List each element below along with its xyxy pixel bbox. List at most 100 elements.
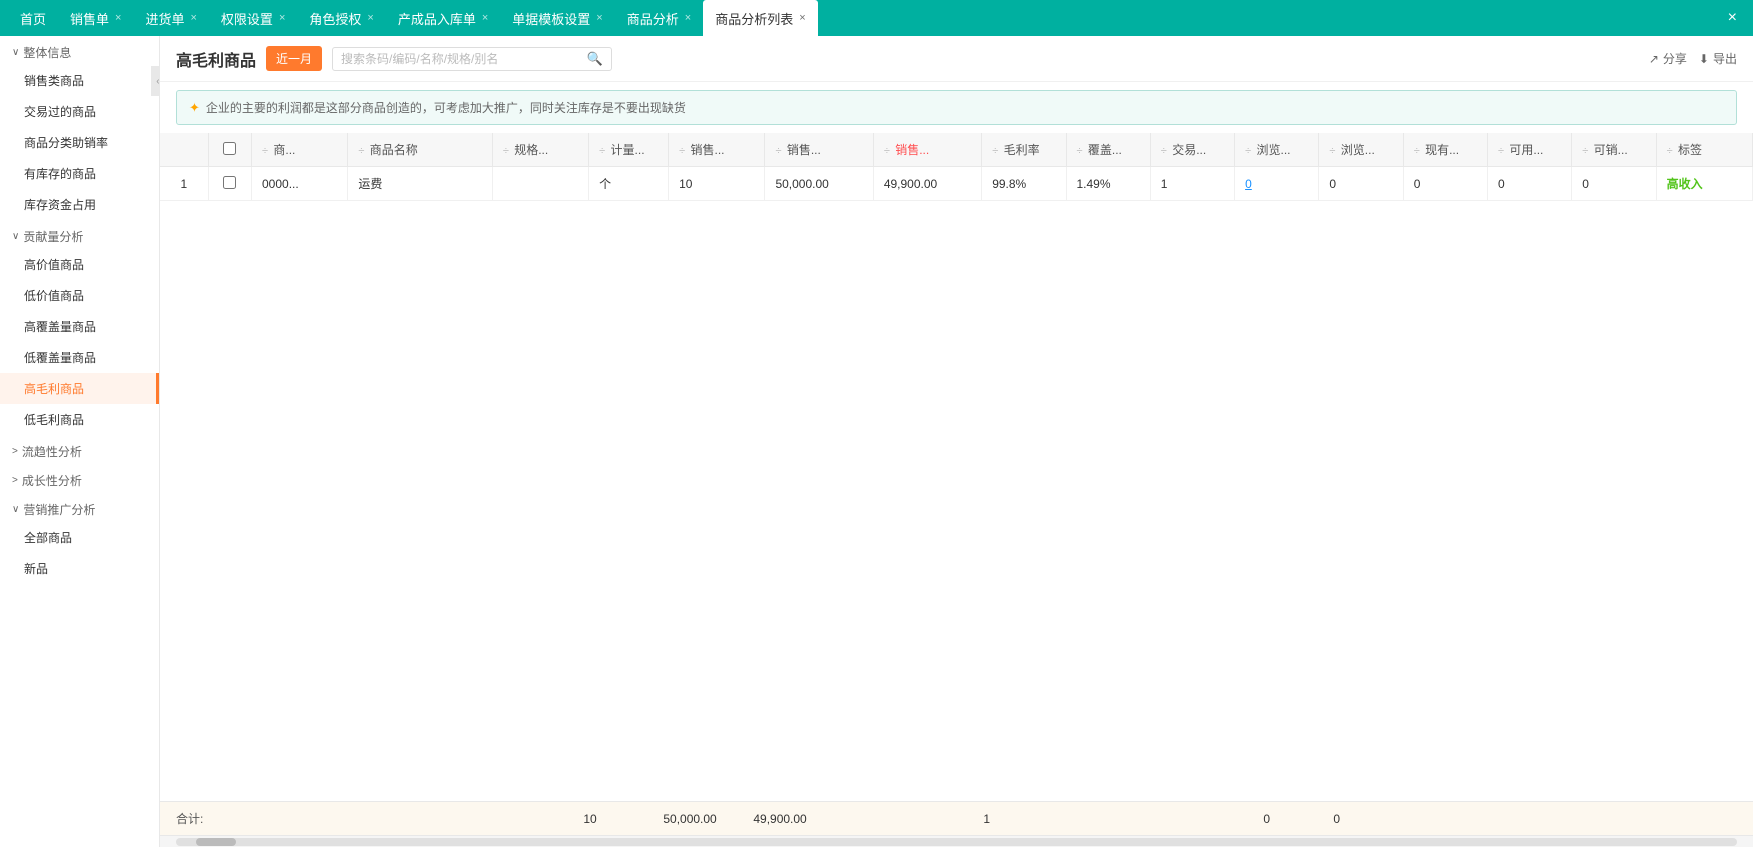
- footer-transaction: 1: [973, 812, 1043, 826]
- section-contribution-arrow: ∨: [12, 231, 19, 242]
- sidebar-item-high-value[interactable]: 高价值商品: [0, 249, 159, 280]
- nav-product-inbound[interactable]: 产成品入库单 ×: [386, 0, 500, 36]
- scrollbar-track: [176, 838, 1737, 846]
- row-num: 1: [160, 167, 208, 201]
- section-overall-arrow: ∨: [12, 47, 19, 58]
- col-header-browse2[interactable]: ÷ 浏览...: [1319, 133, 1403, 167]
- share-button[interactable]: ↗ 分享: [1649, 50, 1687, 67]
- row-coverage: 1.49%: [1066, 167, 1150, 201]
- header-actions: ↗ 分享 ⬇ 导出: [1649, 50, 1737, 67]
- nav-product-analysis-list-label: 商品分析列表: [715, 9, 793, 28]
- col-header-coverage[interactable]: ÷ 覆盖...: [1066, 133, 1150, 167]
- filter-recent-month-button[interactable]: 近一月: [266, 46, 322, 71]
- row-transaction: 1: [1150, 167, 1234, 201]
- section-contribution-analysis[interactable]: ∨ 贡献量分析: [0, 220, 159, 249]
- footer-gross-rate: [833, 812, 903, 826]
- nav-purchase-close[interactable]: ×: [190, 12, 196, 24]
- sidebar-item-low-coverage[interactable]: 低覆盖量商品: [0, 342, 159, 373]
- row-checkbox[interactable]: [223, 176, 236, 189]
- sidebar-collapse-btn[interactable]: «: [151, 66, 160, 96]
- section-trend-title: 流趋性分析: [22, 443, 82, 460]
- share-icon: ↗: [1649, 52, 1659, 66]
- nav-role-close[interactable]: ×: [367, 12, 373, 24]
- footer-available: 0: [1253, 812, 1323, 826]
- nav-sales[interactable]: 销售单 ×: [58, 0, 133, 36]
- sidebar-item-traded-goods[interactable]: 交易过的商品: [0, 96, 159, 127]
- page-title: 高毛利商品: [176, 47, 256, 71]
- nav-role[interactable]: 角色授权 ×: [297, 0, 385, 36]
- main-layout: « ∨ 整体信息 销售类商品 交易过的商品 商品分类助销率 有库存的商品 库存资…: [0, 36, 1753, 847]
- nav-product-analysis-label: 商品分析: [627, 9, 679, 28]
- data-table: ÷ 商... ÷ 商品名称 ÷ 规格... ÷: [160, 133, 1753, 201]
- nav-template-close[interactable]: ×: [596, 12, 602, 24]
- horizontal-scrollbar[interactable]: [160, 835, 1753, 847]
- search-icon[interactable]: 🔍: [587, 51, 603, 67]
- row-name: 运费: [348, 167, 493, 201]
- row-sales-amt: 50,000.00: [765, 167, 873, 201]
- nav-product-analysis[interactable]: 商品分析 ×: [615, 0, 703, 36]
- sidebar-item-in-stock[interactable]: 有库存的商品: [0, 158, 159, 189]
- nav-sales-label: 销售单: [70, 9, 109, 28]
- row-gross-rate: 99.8%: [982, 167, 1066, 201]
- nav-product-analysis-list-close[interactable]: ×: [799, 12, 805, 24]
- col-header-available[interactable]: ÷ 可用...: [1487, 133, 1571, 167]
- nav-permission[interactable]: 权限设置 ×: [209, 0, 297, 36]
- col-header-sales-amt[interactable]: ÷ 销售...: [765, 133, 873, 167]
- sidebar-item-high-margin[interactable]: 高毛利商品: [0, 373, 159, 404]
- col-header-tag[interactable]: ÷ 标签: [1656, 133, 1752, 167]
- col-header-gross-rate[interactable]: ÷ 毛利率: [982, 133, 1066, 167]
- sidebar-item-all-goods[interactable]: 全部商品: [0, 522, 159, 553]
- close-all-tabs[interactable]: ×: [1720, 9, 1745, 27]
- row-browse1[interactable]: 0: [1235, 167, 1319, 201]
- section-growth-title: 成长性分析: [22, 472, 82, 489]
- nav-sales-close[interactable]: ×: [115, 12, 121, 24]
- nav-purchase[interactable]: 进货单 ×: [133, 0, 208, 36]
- sidebar-item-category-sales-rate[interactable]: 商品分类助销率: [0, 127, 159, 158]
- section-marketing-arrow: ∨: [12, 504, 19, 515]
- search-input[interactable]: [341, 52, 587, 66]
- section-overall-info[interactable]: ∨ 整体信息: [0, 36, 159, 65]
- sidebar-item-stock-capital[interactable]: 库存资金占用: [0, 189, 159, 220]
- section-growth-analysis[interactable]: > 成长性分析: [0, 464, 159, 493]
- col-header-unit[interactable]: ÷ 计量...: [589, 133, 669, 167]
- col-header-stock[interactable]: ÷ 现有...: [1403, 133, 1487, 167]
- nav-product-analysis-list[interactable]: 商品分析列表 ×: [703, 0, 817, 36]
- nav-role-label: 角色授权: [309, 9, 361, 28]
- sidebar-item-low-margin[interactable]: 低毛利商品: [0, 404, 159, 435]
- col-header-sellable[interactable]: ÷ 可销...: [1572, 133, 1656, 167]
- nav-template-label: 单据模板设置: [512, 9, 590, 28]
- sidebar-item-high-coverage[interactable]: 高覆盖量商品: [0, 311, 159, 342]
- data-table-container: ÷ 商... ÷ 商品名称 ÷ 规格... ÷: [160, 133, 1753, 801]
- nav-template[interactable]: 单据模板设置 ×: [500, 0, 614, 36]
- export-label: 导出: [1713, 50, 1737, 67]
- section-marketing-analysis[interactable]: ∨ 营销推广分析: [0, 493, 159, 522]
- export-button[interactable]: ⬇ 导出: [1699, 50, 1737, 67]
- footer-sales-qty: 10: [573, 812, 653, 826]
- row-unit: 个: [589, 167, 669, 201]
- col-header-browse1[interactable]: ÷ 浏览...: [1235, 133, 1319, 167]
- row-check[interactable]: [208, 167, 251, 201]
- nav-home[interactable]: 首页: [8, 0, 58, 36]
- sidebar-item-low-value[interactable]: 低价值商品: [0, 280, 159, 311]
- col-header-num: [160, 133, 208, 167]
- col-header-transaction[interactable]: ÷ 交易...: [1150, 133, 1234, 167]
- col-header-sales-qty[interactable]: ÷ 销售...: [669, 133, 765, 167]
- col-header-name[interactable]: ÷ 商品名称: [348, 133, 493, 167]
- select-all-checkbox[interactable]: [223, 142, 236, 155]
- section-growth-arrow: >: [12, 475, 18, 486]
- info-banner-text: 企业的主要的利润都是这部分商品创造的，可考虑加大推广，同时关注库存是不要出现缺货: [206, 99, 686, 116]
- nav-product-analysis-close[interactable]: ×: [685, 12, 691, 24]
- sidebar-item-sales-goods[interactable]: 销售类商品: [0, 65, 159, 96]
- col-header-sales-profit[interactable]: ÷ 销售...: [873, 133, 981, 167]
- col-header-spec[interactable]: ÷ 规格...: [492, 133, 588, 167]
- nav-permission-close[interactable]: ×: [279, 12, 285, 24]
- section-trend-analysis[interactable]: > 流趋性分析: [0, 435, 159, 464]
- nav-product-inbound-label: 产成品入库单: [398, 9, 476, 28]
- nav-product-inbound-close[interactable]: ×: [482, 12, 488, 24]
- scrollbar-thumb[interactable]: [196, 838, 236, 846]
- footer-sales-profit: 49,900.00: [743, 812, 833, 826]
- col-header-check: [208, 133, 251, 167]
- col-header-code[interactable]: ÷ 商...: [252, 133, 348, 167]
- sidebar-item-new-goods[interactable]: 新品: [0, 553, 159, 584]
- section-marketing-title: 营销推广分析: [23, 501, 95, 518]
